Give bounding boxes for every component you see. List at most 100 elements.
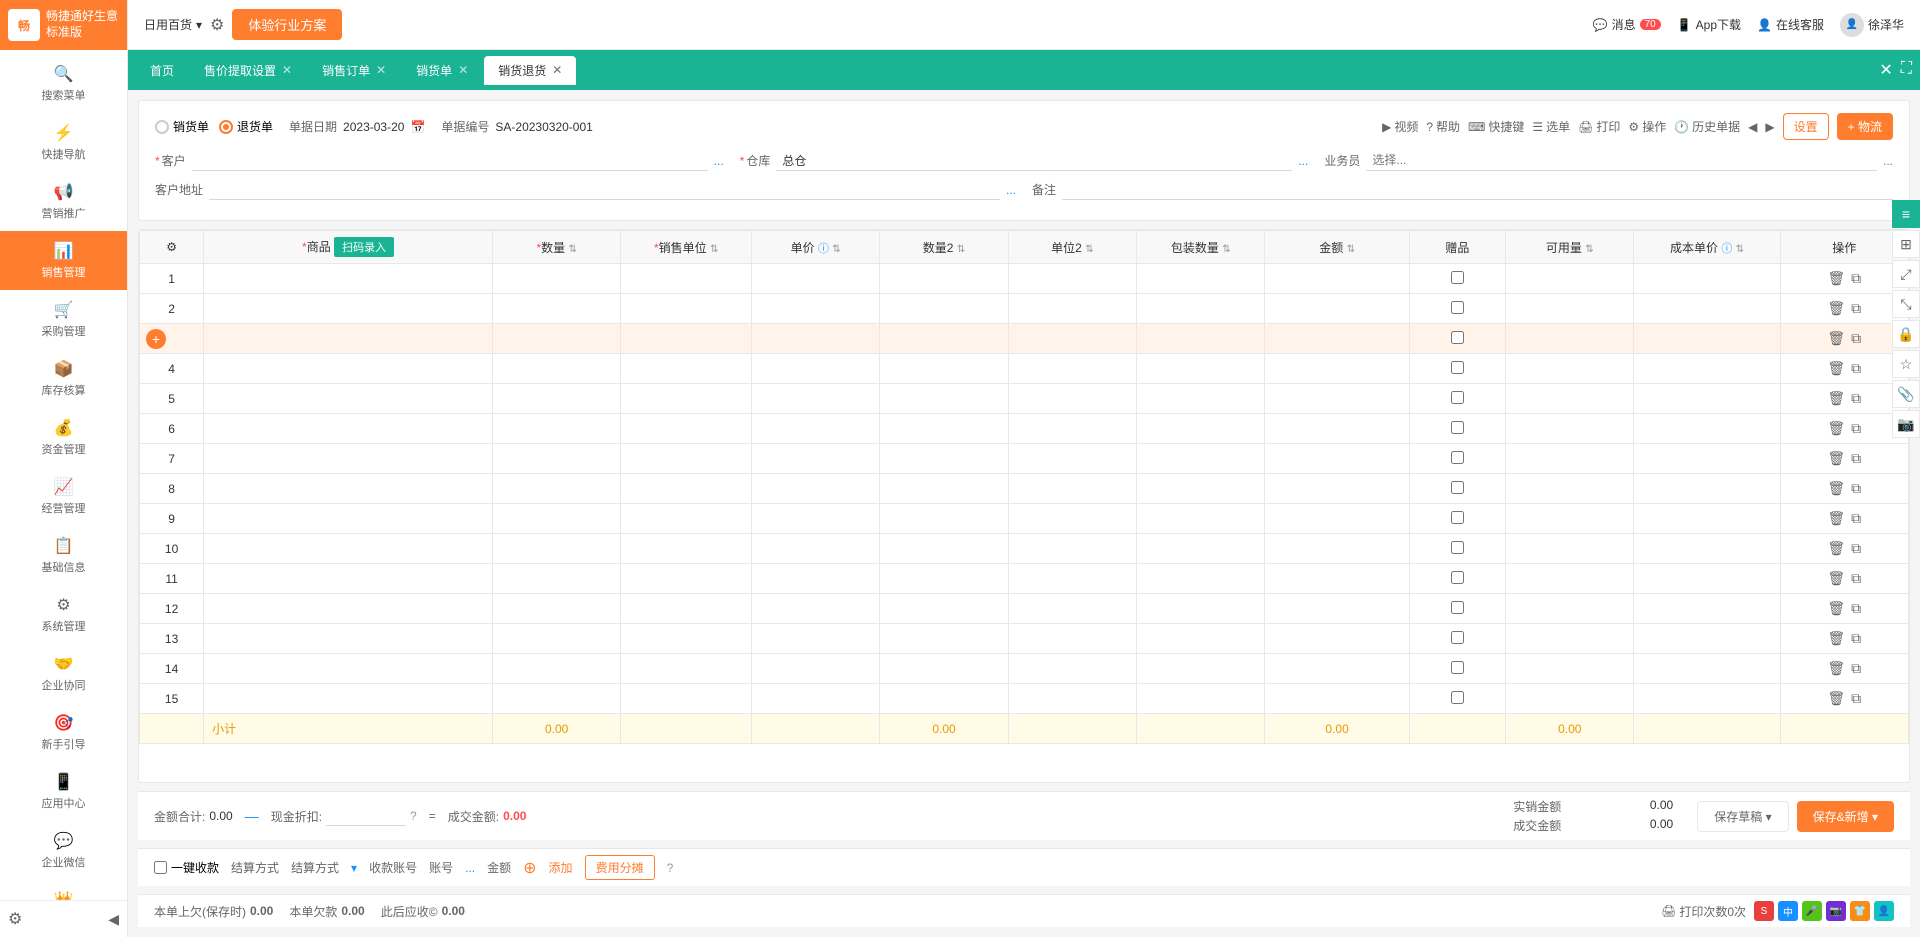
gift-checkbox-15[interactable] (1451, 691, 1464, 704)
copy-row-13[interactable]: ⧉ (1851, 630, 1861, 647)
qty2-cell-1[interactable] (880, 264, 1008, 294)
unit2-cell-1[interactable] (1008, 264, 1136, 294)
product-cell-12[interactable] (204, 594, 493, 624)
copy-row-11[interactable]: ⧉ (1851, 570, 1861, 587)
product-cell-2[interactable] (204, 294, 493, 324)
price-cell-2[interactable] (751, 294, 879, 324)
float-lock-icon[interactable]: 🔒 (1892, 320, 1920, 348)
qty2-cell-5[interactable] (880, 384, 1008, 414)
sidebar-item-member[interactable]: 👑 畅会员 (0, 880, 127, 900)
qty-cell-3[interactable] (492, 324, 620, 354)
th-avail-sort[interactable]: ⇅ (1585, 244, 1593, 255)
delete-row-8[interactable]: 🗑 (1827, 480, 1845, 497)
add-payment-icon[interactable]: ⊕ (523, 858, 536, 878)
gift-checkbox-1[interactable] (1451, 271, 1464, 284)
product-cell-14[interactable] (204, 654, 493, 684)
gift-cell-5[interactable] (1409, 384, 1505, 414)
amount-cell-15[interactable] (1265, 684, 1409, 714)
address-input[interactable] (209, 179, 1000, 200)
method-dots[interactable]: ▾ (351, 861, 357, 875)
avail-cell-1[interactable] (1506, 264, 1634, 294)
cost-cell-5[interactable] (1634, 384, 1780, 414)
pkg-cell-9[interactable] (1137, 504, 1265, 534)
avail-cell-11[interactable] (1506, 564, 1634, 594)
unit-cell-2[interactable] (621, 294, 752, 324)
delete-row-11[interactable]: 🗑 (1827, 570, 1845, 587)
unit-cell-11[interactable] (621, 564, 752, 594)
th-gear[interactable]: ⚙ (140, 231, 204, 264)
sidebar-item-search[interactable]: 🔍 搜索菜单 (0, 54, 127, 113)
th-amount-sort[interactable]: ⇅ (1347, 244, 1355, 255)
qty2-cell-12[interactable] (880, 594, 1008, 624)
qty-cell-6[interactable] (492, 414, 620, 444)
gift-cell-9[interactable] (1409, 504, 1505, 534)
unit-cell-3[interactable] (621, 324, 752, 354)
price-cell-10[interactable] (751, 534, 879, 564)
avail-cell-15[interactable] (1506, 684, 1634, 714)
nav-next-icon[interactable]: ▶ (1765, 120, 1774, 134)
tab-close-sales[interactable]: ✕ (458, 63, 468, 77)
unit2-cell-6[interactable] (1008, 414, 1136, 444)
gift-checkbox-3[interactable] (1451, 331, 1464, 344)
avail-cell-9[interactable] (1506, 504, 1634, 534)
add-logistics-btn[interactable]: + 物流 (1837, 113, 1893, 140)
qty2-cell-11[interactable] (880, 564, 1008, 594)
unit2-cell-10[interactable] (1008, 534, 1136, 564)
cost-cell-15[interactable] (1634, 684, 1780, 714)
pkg-cell-14[interactable] (1137, 654, 1265, 684)
close-tab-btn[interactable]: ✕ (1879, 60, 1892, 80)
unit-cell-12[interactable] (621, 594, 752, 624)
select-btn[interactable]: ☰ 选单 (1532, 118, 1570, 135)
copy-row-3[interactable]: ⧉ (1851, 330, 1861, 347)
online-service-btn[interactable]: 👤 在线客服 (1757, 16, 1824, 33)
pkg-cell-15[interactable] (1137, 684, 1265, 714)
product-cell-9[interactable] (204, 504, 493, 534)
qty2-cell-6[interactable] (880, 414, 1008, 444)
cost-cell-6[interactable] (1634, 414, 1780, 444)
cost-cell-8[interactable] (1634, 474, 1780, 504)
qty-cell-8[interactable] (492, 474, 620, 504)
unit-cell-9[interactable] (621, 504, 752, 534)
gift-cell-4[interactable] (1409, 354, 1505, 384)
gift-cell-7[interactable] (1409, 444, 1505, 474)
customer-dots[interactable]: ... (714, 154, 724, 168)
gift-cell-1[interactable] (1409, 264, 1505, 294)
tab-close-sales-return[interactable]: ✕ (552, 63, 562, 77)
copy-row-1[interactable]: ⧉ (1851, 270, 1861, 287)
price-cell-5[interactable] (751, 384, 879, 414)
price-cell-9[interactable] (751, 504, 879, 534)
tab-close-sales-order[interactable]: ✕ (376, 63, 386, 77)
video-btn[interactable]: ▶ 视频 (1382, 118, 1418, 135)
tab-price-setting[interactable]: 售价提取设置✕ (190, 56, 306, 85)
ime-person-icon[interactable]: 👤 (1874, 901, 1894, 921)
avail-cell-7[interactable] (1506, 444, 1634, 474)
gift-checkbox-14[interactable] (1451, 661, 1464, 674)
price-cell-1[interactable] (751, 264, 879, 294)
unit2-cell-7[interactable] (1008, 444, 1136, 474)
unit2-cell-3[interactable] (1008, 324, 1136, 354)
amount-cell-1[interactable] (1265, 264, 1409, 294)
unit2-cell-9[interactable] (1008, 504, 1136, 534)
copy-row-14[interactable]: ⧉ (1851, 660, 1861, 677)
qty-cell-10[interactable] (492, 534, 620, 564)
pkg-cell-13[interactable] (1137, 624, 1265, 654)
pkg-cell-10[interactable] (1137, 534, 1265, 564)
cost-cell-11[interactable] (1634, 564, 1780, 594)
cost-cell-1[interactable] (1634, 264, 1780, 294)
unit-cell-4[interactable] (621, 354, 752, 384)
avail-cell-3[interactable] (1506, 324, 1634, 354)
float-camera-icon[interactable]: 📷 (1892, 410, 1920, 438)
qty2-cell-13[interactable] (880, 624, 1008, 654)
sidebar-item-wechat[interactable]: 💬 企业微信 (0, 821, 127, 880)
gift-cell-2[interactable] (1409, 294, 1505, 324)
product-cell-13[interactable] (204, 624, 493, 654)
pkg-cell-6[interactable] (1137, 414, 1265, 444)
sidebar-item-inventory[interactable]: 📦 库存核算 (0, 349, 127, 408)
avail-cell-10[interactable] (1506, 534, 1634, 564)
unit2-cell-11[interactable] (1008, 564, 1136, 594)
sidebar-settings-icon[interactable]: ⚙ (8, 909, 22, 929)
amount-cell-7[interactable] (1265, 444, 1409, 474)
pkg-cell-4[interactable] (1137, 354, 1265, 384)
qty-cell-12[interactable] (492, 594, 620, 624)
avail-cell-8[interactable] (1506, 474, 1634, 504)
